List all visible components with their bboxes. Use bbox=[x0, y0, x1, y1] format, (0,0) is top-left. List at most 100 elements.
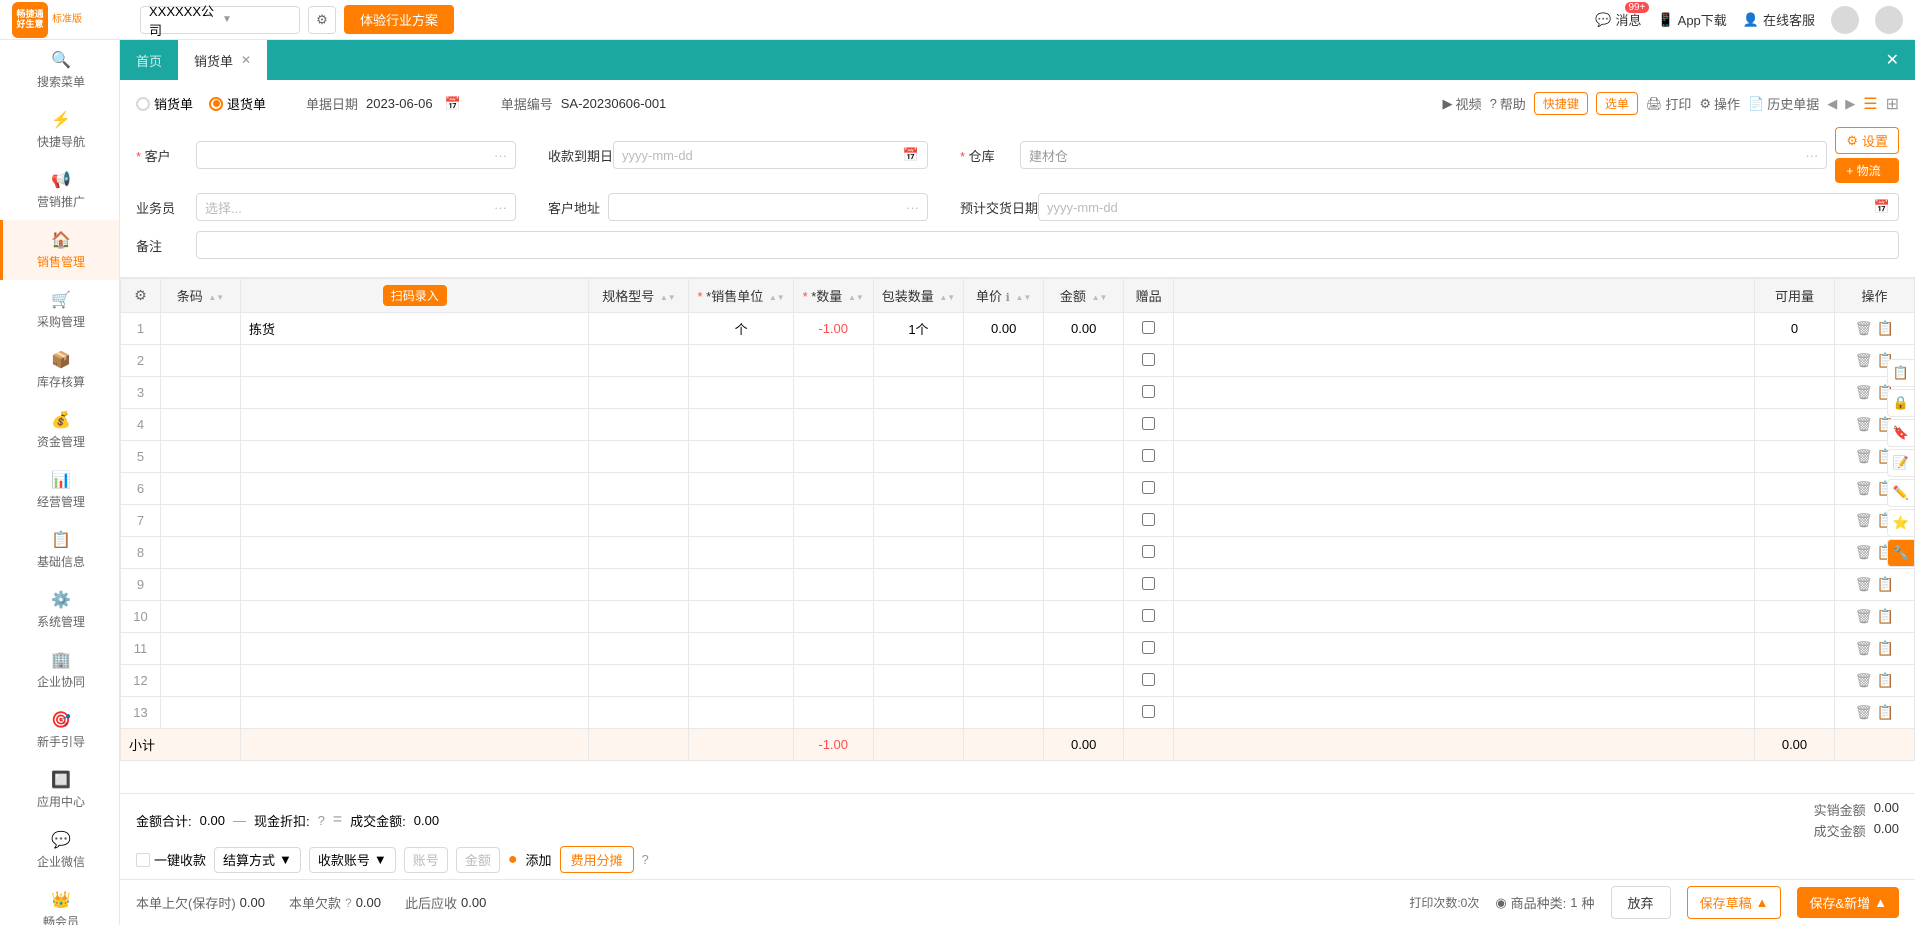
row-spec-9[interactable] bbox=[589, 569, 689, 601]
cost-split-button[interactable]: 费用分摊 bbox=[560, 846, 634, 873]
customer-input[interactable]: ··· bbox=[196, 141, 516, 169]
row-unit-10[interactable] bbox=[689, 601, 793, 633]
row-amount-7[interactable] bbox=[1044, 505, 1124, 537]
sidebar-item-search[interactable]: 🔍 搜索菜单 bbox=[0, 40, 119, 100]
row-pkg-8[interactable] bbox=[873, 537, 963, 569]
row-pkg-9[interactable] bbox=[873, 569, 963, 601]
tab-close-icon[interactable]: ✕ bbox=[241, 53, 251, 67]
row-spec-13[interactable] bbox=[589, 697, 689, 729]
trial-button[interactable]: 体验行业方案 bbox=[344, 5, 454, 34]
row-barcode-2[interactable] bbox=[161, 345, 241, 377]
row-unit-8[interactable] bbox=[689, 537, 793, 569]
payment-method-select[interactable]: 结算方式 ▼ bbox=[214, 847, 301, 873]
row-goods-7[interactable] bbox=[241, 505, 589, 537]
row-unit-4[interactable] bbox=[689, 409, 793, 441]
row-spec-4[interactable] bbox=[589, 409, 689, 441]
message-button[interactable]: 💬 消息 99+ bbox=[1595, 10, 1641, 29]
row-unit-2[interactable] bbox=[689, 345, 793, 377]
row-amount-8[interactable] bbox=[1044, 537, 1124, 569]
row-spec-11[interactable] bbox=[589, 633, 689, 665]
row-amount-1[interactable]: 0.00 bbox=[1044, 313, 1124, 345]
avatar2[interactable] bbox=[1875, 6, 1903, 34]
row-goods-11[interactable] bbox=[241, 633, 589, 665]
row-barcode-5[interactable] bbox=[161, 441, 241, 473]
avatar[interactable] bbox=[1831, 6, 1859, 34]
float-btn-2[interactable]: 🔒 bbox=[1887, 389, 1915, 417]
row-amount-12[interactable] bbox=[1044, 665, 1124, 697]
sidebar-item-system[interactable]: ⚙️ 系统管理 bbox=[0, 580, 119, 640]
row-gift-6[interactable] bbox=[1124, 473, 1174, 505]
row-spec-12[interactable] bbox=[589, 665, 689, 697]
row-price-11[interactable] bbox=[964, 633, 1044, 665]
row-qty-1[interactable]: -1.00 bbox=[793, 313, 873, 345]
app-download-button[interactable]: 📱 App下载 bbox=[1657, 10, 1726, 29]
row-qty-13[interactable] bbox=[793, 697, 873, 729]
company-selector[interactable]: XXXXXX公司 ▼ bbox=[140, 6, 300, 34]
row-barcode-4[interactable] bbox=[161, 409, 241, 441]
row-pkg-2[interactable] bbox=[873, 345, 963, 377]
row-delete-4[interactable]: 🗑 bbox=[1855, 416, 1873, 433]
row-amount-6[interactable] bbox=[1044, 473, 1124, 505]
row-gift-4[interactable] bbox=[1124, 409, 1174, 441]
row-goods-9[interactable] bbox=[241, 569, 589, 601]
row-goods-4[interactable] bbox=[241, 409, 589, 441]
account-select[interactable]: 收款账号 ▼ bbox=[309, 847, 396, 873]
row-spec-6[interactable] bbox=[589, 473, 689, 505]
row-price-10[interactable] bbox=[964, 601, 1044, 633]
save-draft-arrow[interactable]: ▲ bbox=[1756, 895, 1769, 910]
pkg-sort[interactable]: ▲▼ bbox=[939, 293, 955, 302]
col-settings-header[interactable]: ⚙ bbox=[121, 279, 161, 313]
row-gift-2[interactable] bbox=[1124, 345, 1174, 377]
row-unit-9[interactable] bbox=[689, 569, 793, 601]
history-link[interactable]: 📄 历史单据 bbox=[1748, 94, 1819, 113]
row-gift-10[interactable] bbox=[1124, 601, 1174, 633]
row-copy-12[interactable]: 📋 bbox=[1877, 672, 1894, 689]
float-btn-1[interactable]: 📋 bbox=[1887, 359, 1915, 387]
float-btn-7[interactable]: 🔧 bbox=[1887, 539, 1915, 567]
row-pkg-11[interactable] bbox=[873, 633, 963, 665]
print-link[interactable]: 🖨 打印 bbox=[1646, 94, 1692, 113]
float-btn-3[interactable]: 🔖 bbox=[1887, 419, 1915, 447]
row-barcode-13[interactable] bbox=[161, 697, 241, 729]
sidebar-item-basic[interactable]: 📋 基础信息 bbox=[0, 520, 119, 580]
row-qty-3[interactable] bbox=[793, 377, 873, 409]
operation-link[interactable]: ⚙ 操作 bbox=[1699, 94, 1740, 113]
price-sort[interactable]: ▲▼ bbox=[1015, 293, 1031, 302]
sidebar-item-wechat[interactable]: 💬 企业微信 bbox=[0, 820, 119, 880]
grid-view-icon[interactable]: ⊞ bbox=[1886, 94, 1899, 114]
list-view-icon[interactable]: ☰ bbox=[1863, 94, 1877, 114]
price-info-icon[interactable]: ℹ bbox=[1006, 292, 1010, 304]
row-pkg-12[interactable] bbox=[873, 665, 963, 697]
row-goods-3[interactable] bbox=[241, 377, 589, 409]
row-qty-10[interactable] bbox=[793, 601, 873, 633]
row-barcode-10[interactable] bbox=[161, 601, 241, 633]
add-row-icon[interactable]: ● bbox=[508, 851, 518, 869]
sidebar-item-purchase[interactable]: 🛒 采购管理 bbox=[0, 280, 119, 340]
row-barcode-3[interactable] bbox=[161, 377, 241, 409]
float-btn-4[interactable]: 📝 bbox=[1887, 449, 1915, 477]
warehouse-input[interactable]: 建材仓 ··· bbox=[1020, 141, 1827, 169]
help-link[interactable]: ? 帮助 bbox=[1490, 94, 1526, 113]
prev-icon[interactable]: ◀ bbox=[1827, 96, 1837, 112]
logistics-button[interactable]: + 物流 bbox=[1835, 158, 1899, 183]
row-copy-10[interactable]: 📋 bbox=[1877, 608, 1894, 625]
row-gift-3[interactable] bbox=[1124, 377, 1174, 409]
row-delete-2[interactable]: 🗑 bbox=[1855, 352, 1873, 369]
scan-button[interactable]: 扫码录入 bbox=[383, 285, 447, 306]
row-goods-5[interactable] bbox=[241, 441, 589, 473]
discount-help-icon[interactable]: ? bbox=[318, 813, 325, 828]
date-calendar-icon[interactable]: 📅 bbox=[445, 96, 461, 112]
row-unit-11[interactable] bbox=[689, 633, 793, 665]
row-price-7[interactable] bbox=[964, 505, 1044, 537]
row-barcode-1[interactable] bbox=[161, 313, 241, 345]
row-qty-5[interactable] bbox=[793, 441, 873, 473]
spec-sort[interactable]: ▲▼ bbox=[660, 293, 676, 302]
row-spec-7[interactable] bbox=[589, 505, 689, 537]
sidebar-item-enterprise[interactable]: 🏢 企业协同 bbox=[0, 640, 119, 700]
one-click-pay-check[interactable] bbox=[136, 853, 150, 867]
row-barcode-11[interactable] bbox=[161, 633, 241, 665]
row-delete-13[interactable]: 🗑 bbox=[1855, 704, 1873, 721]
tab-sales-order[interactable]: 销货单 ✕ bbox=[178, 40, 267, 80]
row-unit-7[interactable] bbox=[689, 505, 793, 537]
row-goods-10[interactable] bbox=[241, 601, 589, 633]
